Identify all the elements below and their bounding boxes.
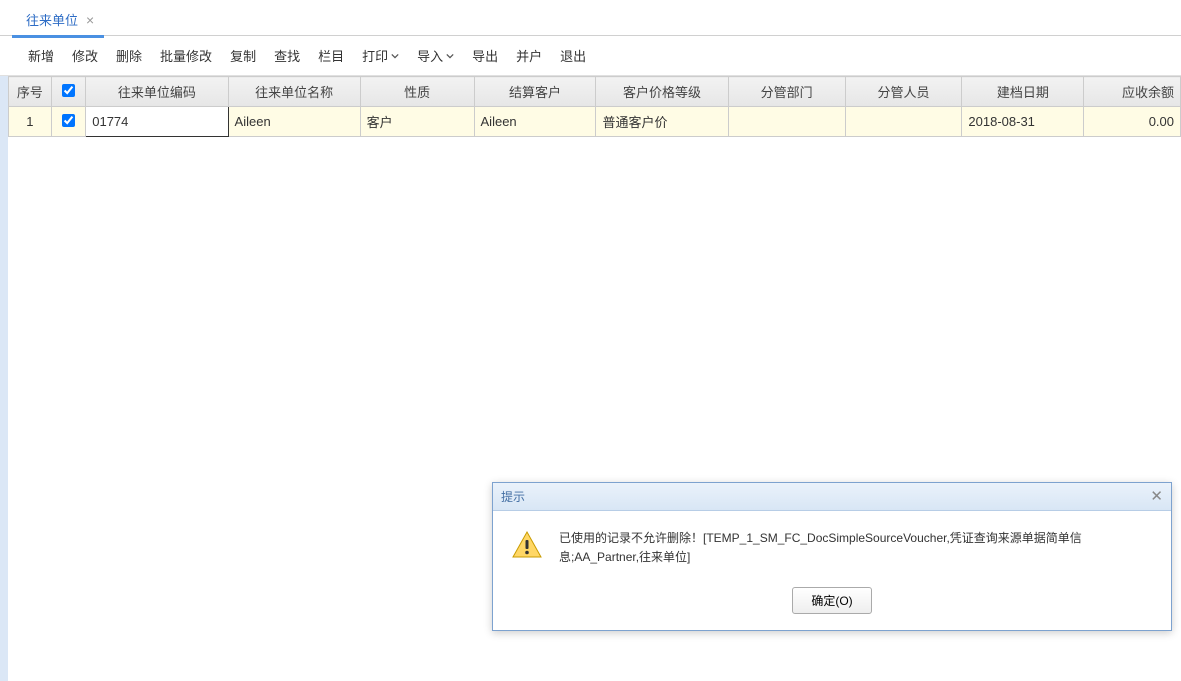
cell-checkbox[interactable]	[51, 107, 86, 137]
cell-dept[interactable]	[728, 107, 845, 137]
left-gutter	[0, 76, 8, 681]
ok-button-label: 确定(O)	[811, 594, 852, 608]
print-button[interactable]: 打印	[362, 46, 399, 65]
dialog-title: 提示	[501, 488, 525, 505]
header-receivable[interactable]: 应收余额	[1084, 77, 1181, 107]
cell-settle-customer[interactable]: Aileen	[474, 107, 596, 137]
dialog-footer: 确定(O)	[493, 577, 1171, 630]
alert-dialog: 提示 ✕ 已使用的记录不允许删除！[TEMP_1_SM_FC_DocSimple…	[492, 482, 1172, 631]
header-code[interactable]: 往来单位编码	[86, 77, 228, 107]
chevron-down-icon	[446, 52, 454, 60]
exit-button[interactable]: 退出	[560, 46, 586, 65]
export-button[interactable]: 导出	[472, 46, 498, 65]
cell-receivable[interactable]: 0.00	[1084, 107, 1181, 137]
data-table: 序号 往来单位编码 往来单位名称 性质 结算客户 客户价格等级 分管部门 分管人…	[8, 76, 1181, 137]
columns-button[interactable]: 栏目	[318, 46, 344, 65]
dialog-message: 已使用的记录不允许删除！[TEMP_1_SM_FC_DocSimpleSourc…	[559, 529, 1153, 567]
import-button[interactable]: 导入	[417, 46, 454, 65]
tab-bar: 往来单位 ×	[0, 0, 1181, 36]
chevron-down-icon	[391, 52, 399, 60]
close-icon[interactable]: ×	[86, 13, 94, 27]
header-settle-customer[interactable]: 结算客户	[474, 77, 596, 107]
header-price-level[interactable]: 客户价格等级	[596, 77, 728, 107]
new-button[interactable]: 新增	[28, 46, 54, 65]
delete-button[interactable]: 删除	[116, 46, 142, 65]
header-person[interactable]: 分管人员	[845, 77, 962, 107]
search-button[interactable]: 查找	[274, 46, 300, 65]
cell-nature[interactable]: 客户	[360, 107, 474, 137]
edit-button[interactable]: 修改	[72, 46, 98, 65]
row-checkbox[interactable]	[62, 114, 75, 127]
import-label: 导入	[417, 46, 443, 65]
dialog-header[interactable]: 提示 ✕	[493, 483, 1171, 511]
cell-name[interactable]: Aileen	[228, 107, 360, 137]
toolbar: 新增 修改 删除 批量修改 复制 查找 栏目 打印 导入 导出 并户 退出	[0, 36, 1181, 76]
close-icon[interactable]: ✕	[1150, 489, 1163, 504]
table-header-row: 序号 往来单位编码 往来单位名称 性质 结算客户 客户价格等级 分管部门 分管人…	[9, 77, 1181, 107]
header-checkbox[interactable]	[51, 77, 86, 107]
copy-button[interactable]: 复制	[230, 46, 256, 65]
header-seq[interactable]: 序号	[9, 77, 52, 107]
warning-icon	[511, 529, 543, 561]
tab-label: 往来单位	[26, 10, 78, 29]
header-dept[interactable]: 分管部门	[728, 77, 845, 107]
select-all-checkbox[interactable]	[62, 84, 75, 97]
header-create-date[interactable]: 建档日期	[962, 77, 1084, 107]
cell-seq[interactable]: 1	[9, 107, 52, 137]
merge-button[interactable]: 并户	[516, 46, 542, 65]
dialog-body: 已使用的记录不允许删除！[TEMP_1_SM_FC_DocSimpleSourc…	[493, 511, 1171, 577]
header-nature[interactable]: 性质	[360, 77, 474, 107]
cell-person[interactable]	[845, 107, 962, 137]
batch-edit-button[interactable]: 批量修改	[160, 46, 212, 65]
header-name[interactable]: 往来单位名称	[228, 77, 360, 107]
tab-partner-units[interactable]: 往来单位 ×	[12, 4, 104, 38]
ok-button[interactable]: 确定(O)	[792, 587, 871, 614]
cell-create-date[interactable]: 2018-08-31	[962, 107, 1084, 137]
table-row[interactable]: 1 01774 Aileen 客户 Aileen 普通客户价 2018-08-3…	[9, 107, 1181, 137]
print-label: 打印	[362, 46, 388, 65]
cell-code[interactable]: 01774	[86, 107, 228, 137]
cell-price-level[interactable]: 普通客户价	[596, 107, 728, 137]
